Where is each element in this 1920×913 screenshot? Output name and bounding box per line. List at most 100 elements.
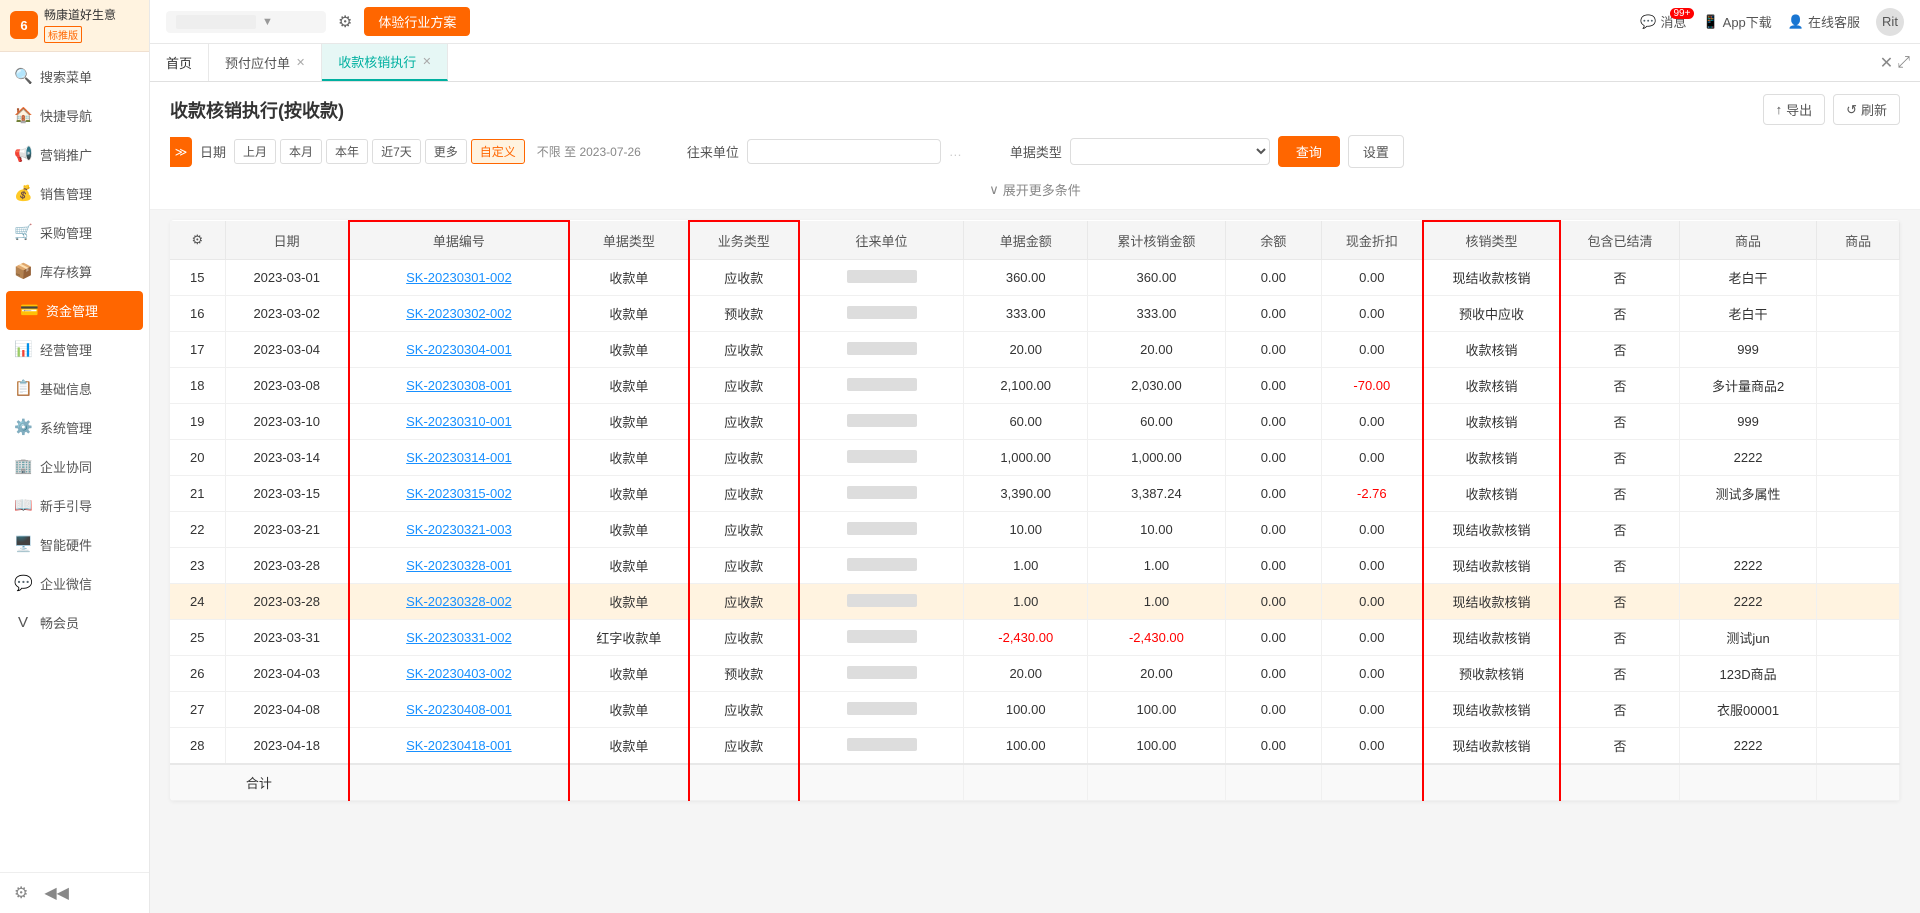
brand-selector[interactable]: ▼ (166, 11, 326, 33)
query-button[interactable]: 查询 (1278, 136, 1340, 167)
tab-bar-actions: ✕ ⤢ (1870, 44, 1920, 81)
app-name: 畅康道好生意 (44, 8, 116, 24)
cell-include-settled: 否 (1560, 692, 1679, 728)
cell-cash-discount: 0.00 (1322, 512, 1423, 548)
doc-no-link[interactable]: SK-20230315-002 (406, 486, 512, 501)
more-button[interactable]: 更多 (425, 139, 467, 164)
doc-no-link[interactable]: SK-20230310-001 (406, 414, 512, 429)
cell-date: 2023-03-04 (225, 332, 349, 368)
col-settings-header[interactable]: ⚙ (170, 221, 225, 260)
doc-no-link[interactable]: SK-20230331-002 (406, 630, 512, 645)
maximize-tab-button[interactable]: ⤢ (1897, 54, 1910, 72)
filter-dots: … (949, 144, 964, 159)
doc-no-link[interactable]: SK-20230321-003 (406, 522, 512, 537)
cell-idx: 25 (170, 620, 225, 656)
col-product-header[interactable]: 商品 (1679, 221, 1817, 260)
cell-partner (799, 692, 964, 728)
sidebar-item-hardware[interactable]: 🖥️ 智能硬件 (0, 525, 149, 564)
last-month-button[interactable]: 上月 (234, 139, 276, 164)
cell-biz-type: 应收款 (689, 368, 799, 404)
export-button[interactable]: ↑ 导出 (1763, 94, 1826, 125)
doc-no-link[interactable]: SK-20230302-002 (406, 306, 512, 321)
doc-no-link[interactable]: SK-20230308-001 (406, 378, 512, 393)
messages-button[interactable]: 💬 消息 99+ (1640, 12, 1686, 31)
doc-no-link[interactable]: SK-20230408-001 (406, 702, 512, 717)
cell-idx: 28 (170, 728, 225, 765)
close-tab-prepay-icon[interactable]: ✕ (296, 56, 305, 69)
sidebar-item-inventory[interactable]: 📦 库存核算 (0, 252, 149, 291)
sidebar-item-basics[interactable]: 📋 基础信息 (0, 369, 149, 408)
settings-bottom-icon[interactable]: ⚙ (14, 883, 28, 903)
doc-no-link[interactable]: SK-20230314-001 (406, 450, 512, 465)
doc-type-select[interactable] (1070, 138, 1270, 165)
custom-button[interactable]: 自定义 (471, 139, 525, 164)
doc-no-link[interactable]: SK-20230304-001 (406, 342, 512, 357)
cell-partner (799, 512, 964, 548)
settings-button[interactable]: 设置 (1348, 135, 1404, 168)
tab-verify[interactable]: 收款核销执行 ✕ (322, 44, 448, 81)
7days-button[interactable]: 近7天 (372, 139, 421, 164)
sidebar-label-basics: 基础信息 (40, 379, 92, 398)
col-amount-header[interactable]: 单据金额 (964, 221, 1088, 260)
sidebar-item-member[interactable]: V 畅会员 (0, 603, 149, 642)
cell-idx: 19 (170, 404, 225, 440)
col-balance-header[interactable]: 余额 (1225, 221, 1321, 260)
sidebar-item-sales[interactable]: 💰 销售管理 (0, 174, 149, 213)
sidebar-item-enterprise[interactable]: 🏢 企业协同 (0, 447, 149, 486)
col-cum-amount-header[interactable]: 累计核销金额 (1088, 221, 1226, 260)
sidebar-item-operations[interactable]: 📊 经营管理 (0, 330, 149, 369)
doc-no-link[interactable]: SK-20230418-001 (406, 738, 512, 753)
gear-icon[interactable]: ⚙ (338, 12, 352, 32)
cell-partner (799, 296, 964, 332)
app-download-button[interactable]: 📱 App下载 (1702, 12, 1771, 31)
this-year-button[interactable]: 本年 (326, 139, 368, 164)
cell-cum-verify: 20.00 (1088, 332, 1226, 368)
table-row: 17 2023-03-04 SK-20230304-001 收款单 应收款 20… (170, 332, 1900, 368)
cell-doc-type: 收款单 (569, 692, 689, 728)
doc-no-link[interactable]: SK-20230328-001 (406, 558, 512, 573)
partner-input[interactable] (747, 139, 941, 164)
tab-prepay[interactable]: 预付应付单 ✕ (209, 44, 322, 81)
col-doc-no-header[interactable]: 单据编号 (349, 221, 569, 260)
sidebar-item-system[interactable]: ⚙️ 系统管理 (0, 408, 149, 447)
sidebar-item-finance[interactable]: 💳 资金管理 (6, 291, 143, 330)
cell-doc-no: SK-20230408-001 (349, 692, 569, 728)
doc-no-link[interactable]: SK-20230328-002 (406, 594, 512, 609)
col-include-header[interactable]: 包含已结清 (1560, 221, 1679, 260)
tab-bar: 首页 预付应付单 ✕ 收款核销执行 ✕ ✕ ⤢ (150, 44, 1920, 82)
col-partner-header[interactable]: 往来单位 (799, 221, 964, 260)
col-product2-header[interactable]: 商品 (1817, 221, 1900, 260)
refresh-button[interactable]: ↺ 刷新 (1833, 94, 1900, 125)
collapse-icon[interactable]: ◀◀ (44, 883, 69, 903)
cell-doc-amount: 20.00 (964, 656, 1088, 692)
col-date-header[interactable]: 日期 (225, 221, 349, 260)
cell-product: 测试多属性 (1679, 476, 1817, 512)
sidebar-item-search[interactable]: 🔍 搜索菜单 (0, 57, 149, 96)
sidebar-label-guide: 新手引导 (40, 496, 92, 515)
col-doc-type-header[interactable]: 单据类型 (569, 221, 689, 260)
col-discount-header[interactable]: 现金折扣 (1322, 221, 1423, 260)
tab-home[interactable]: 首页 (150, 44, 209, 81)
sidebar-item-marketing[interactable]: 📢 营销推广 (0, 135, 149, 174)
filter-toggle-button[interactable]: ≫ (170, 137, 192, 167)
cell-product2 (1817, 368, 1900, 404)
page-header: 收款核销执行(按收款) ↑ 导出 ↺ 刷新 (150, 82, 1920, 125)
cell-include-settled: 否 (1560, 368, 1679, 404)
sidebar-label-finance: 资金管理 (46, 301, 98, 320)
sidebar-item-shortcut[interactable]: 🏠 快捷导航 (0, 96, 149, 135)
cell-doc-type: 收款单 (569, 332, 689, 368)
close-tab-verify-icon[interactable]: ✕ (422, 55, 431, 68)
online-service-button[interactable]: 👤 在线客服 (1788, 12, 1860, 31)
solution-button[interactable]: 体验行业方案 (364, 7, 470, 36)
col-verify-type-header[interactable]: 核销类型 (1423, 221, 1561, 260)
sidebar-item-wechat[interactable]: 💬 企业微信 (0, 564, 149, 603)
close-tab-button[interactable]: ✕ (1880, 53, 1893, 73)
doc-no-link[interactable]: SK-20230301-002 (406, 270, 512, 285)
col-biz-type-header[interactable]: 业务类型 (689, 221, 799, 260)
doc-no-link[interactable]: SK-20230403-002 (406, 666, 512, 681)
sidebar-item-guide[interactable]: 📖 新手引导 (0, 486, 149, 525)
user-avatar[interactable]: Rit (1876, 8, 1904, 36)
expand-more-button[interactable]: ∨ 展开更多条件 (989, 180, 1081, 199)
sidebar-item-purchase[interactable]: 🛒 采购管理 (0, 213, 149, 252)
this-month-button[interactable]: 本月 (280, 139, 322, 164)
